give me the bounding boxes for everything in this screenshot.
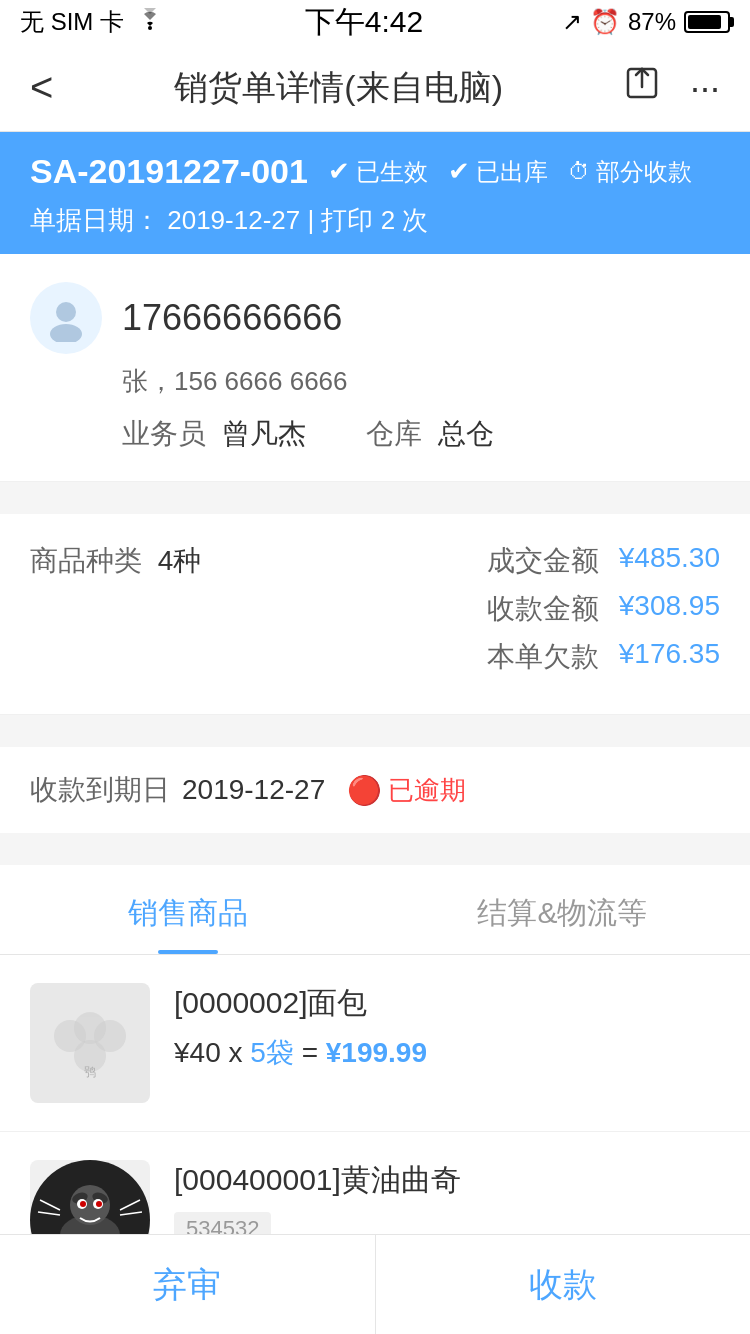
svg-point-17 bbox=[80, 1201, 86, 1207]
svg-point-0 bbox=[148, 26, 152, 30]
avatar bbox=[30, 282, 102, 354]
product-total-1: ¥199.99 bbox=[326, 1037, 427, 1068]
product-price-1: ¥40 x 5袋 = ¥199.99 bbox=[174, 1034, 720, 1072]
product-info-1: [0000002]面包 ¥40 x 5袋 = ¥199.99 bbox=[174, 983, 720, 1072]
check-icon-1: ✔ bbox=[328, 156, 350, 187]
summary-left: 商品种类 4种 bbox=[30, 542, 201, 580]
sales-info: 业务员 曾凡杰 bbox=[122, 415, 306, 453]
carrier-text: 无 SIM 卡 bbox=[20, 6, 124, 38]
alarm-icon: ⏰ bbox=[590, 8, 620, 36]
tab-billing-logistics[interactable]: 结算&物流等 bbox=[375, 865, 750, 954]
product-type-count: 4种 bbox=[158, 545, 202, 576]
summary-section: 商品种类 4种 成交金额 ¥485.30 收款金额 ¥308.95 本单欠款 ¥… bbox=[0, 514, 750, 715]
product-name-1: [0000002]面包 bbox=[174, 983, 720, 1024]
warning-icon: 🔴 bbox=[347, 774, 382, 807]
back-button[interactable]: < bbox=[30, 65, 53, 110]
share-icon[interactable] bbox=[624, 65, 660, 110]
order-id: SA-20191227-001 bbox=[30, 152, 308, 191]
tabs-row: 销售商品 结算&物流等 bbox=[0, 865, 750, 954]
page-title: 销货单详情(来自电脑) bbox=[174, 65, 503, 111]
product-name-2: [000400001]黄油曲奇 bbox=[174, 1160, 720, 1201]
more-icon[interactable]: ··· bbox=[690, 67, 720, 109]
battery-icon bbox=[684, 11, 730, 33]
cancel-review-button[interactable]: 弃审 bbox=[0, 1235, 376, 1334]
collect-payment-button[interactable]: 收款 bbox=[376, 1235, 751, 1334]
overdue-badge: 🔴 已逾期 bbox=[347, 773, 466, 808]
sales-name: 曾凡杰 bbox=[222, 418, 306, 449]
separator-3 bbox=[0, 833, 750, 849]
status-time: 下午4:42 bbox=[305, 2, 423, 43]
status-right: ↗ ⏰ 87% bbox=[562, 8, 730, 36]
nav-actions: ··· bbox=[624, 65, 720, 110]
received-row: 收款金额 ¥308.95 bbox=[487, 590, 720, 628]
status-left: 无 SIM 卡 bbox=[20, 6, 166, 38]
amount-row: 成交金额 ¥485.30 bbox=[487, 542, 720, 580]
customer-meta: 业务员 曾凡杰 仓库 总仓 bbox=[30, 415, 720, 453]
header-date-row: 单据日期： 2019-12-27 | 打印 2 次 bbox=[30, 203, 720, 238]
list-item: 鸮 [0000002]面包 ¥40 x 5袋 = ¥199.99 bbox=[0, 955, 750, 1132]
header-top: SA-20191227-001 ✔ 已生效 ✔ 已出库 ⏱ 部分收款 bbox=[30, 152, 720, 191]
separator-1 bbox=[0, 482, 750, 498]
customer-row: 17666666666 bbox=[30, 282, 720, 354]
debt-row: 本单欠款 ¥176.35 bbox=[487, 638, 720, 676]
separator-2 bbox=[0, 715, 750, 731]
status-bar: 无 SIM 卡 下午4:42 ↗ ⏰ 87% bbox=[0, 0, 750, 44]
clock-icon: ⏱ bbox=[568, 159, 590, 185]
header-banner: SA-20191227-001 ✔ 已生效 ✔ 已出库 ⏱ 部分收款 单据日期：… bbox=[0, 132, 750, 254]
summary-right: 成交金额 ¥485.30 收款金额 ¥308.95 本单欠款 ¥176.35 bbox=[487, 542, 720, 686]
bottom-bar: 弃审 收款 bbox=[0, 1234, 750, 1334]
svg-point-7 bbox=[74, 1012, 106, 1044]
tab-sales-products[interactable]: 销售商品 bbox=[0, 865, 375, 954]
warehouse-name: 总仓 bbox=[438, 418, 494, 449]
svg-point-12 bbox=[70, 1185, 110, 1225]
total-amount: ¥485.30 bbox=[619, 542, 720, 580]
customer-phone: 17666666666 bbox=[122, 297, 342, 339]
debt-amount: ¥176.35 bbox=[619, 638, 720, 676]
wifi-icon bbox=[134, 8, 166, 36]
battery-percent: 87% bbox=[628, 8, 676, 36]
tabs-section: 销售商品 结算&物流等 bbox=[0, 865, 750, 955]
status-effective: ✔ 已生效 bbox=[328, 156, 428, 188]
warehouse-info: 仓库 总仓 bbox=[366, 415, 494, 453]
svg-point-3 bbox=[56, 302, 76, 322]
received-amount: ¥308.95 bbox=[619, 590, 720, 628]
check-icon-2: ✔ bbox=[448, 156, 470, 187]
status-shipped: ✔ 已出库 bbox=[448, 156, 548, 188]
nav-bar: < 销货单详情(来自电脑) ··· bbox=[0, 44, 750, 132]
product-qty-1: 5袋 bbox=[250, 1037, 294, 1068]
svg-point-18 bbox=[96, 1201, 102, 1207]
customer-sub-name: 张，156 6666 6666 bbox=[30, 364, 720, 399]
svg-point-4 bbox=[50, 324, 82, 342]
thumb-placeholder-1: 鸮 bbox=[30, 983, 150, 1103]
overdue-date: 2019-12-27 bbox=[182, 774, 325, 806]
location-icon: ↗ bbox=[562, 8, 582, 36]
overdue-section: 收款到期日 2019-12-27 🔴 已逾期 bbox=[0, 747, 750, 833]
svg-text:鸮: 鸮 bbox=[84, 1065, 96, 1078]
status-partial-payment: ⏱ 部分收款 bbox=[568, 156, 692, 188]
customer-section: 17666666666 张，156 6666 6666 业务员 曾凡杰 仓库 总… bbox=[0, 254, 750, 482]
product-thumbnail-1: 鸮 bbox=[30, 983, 150, 1103]
